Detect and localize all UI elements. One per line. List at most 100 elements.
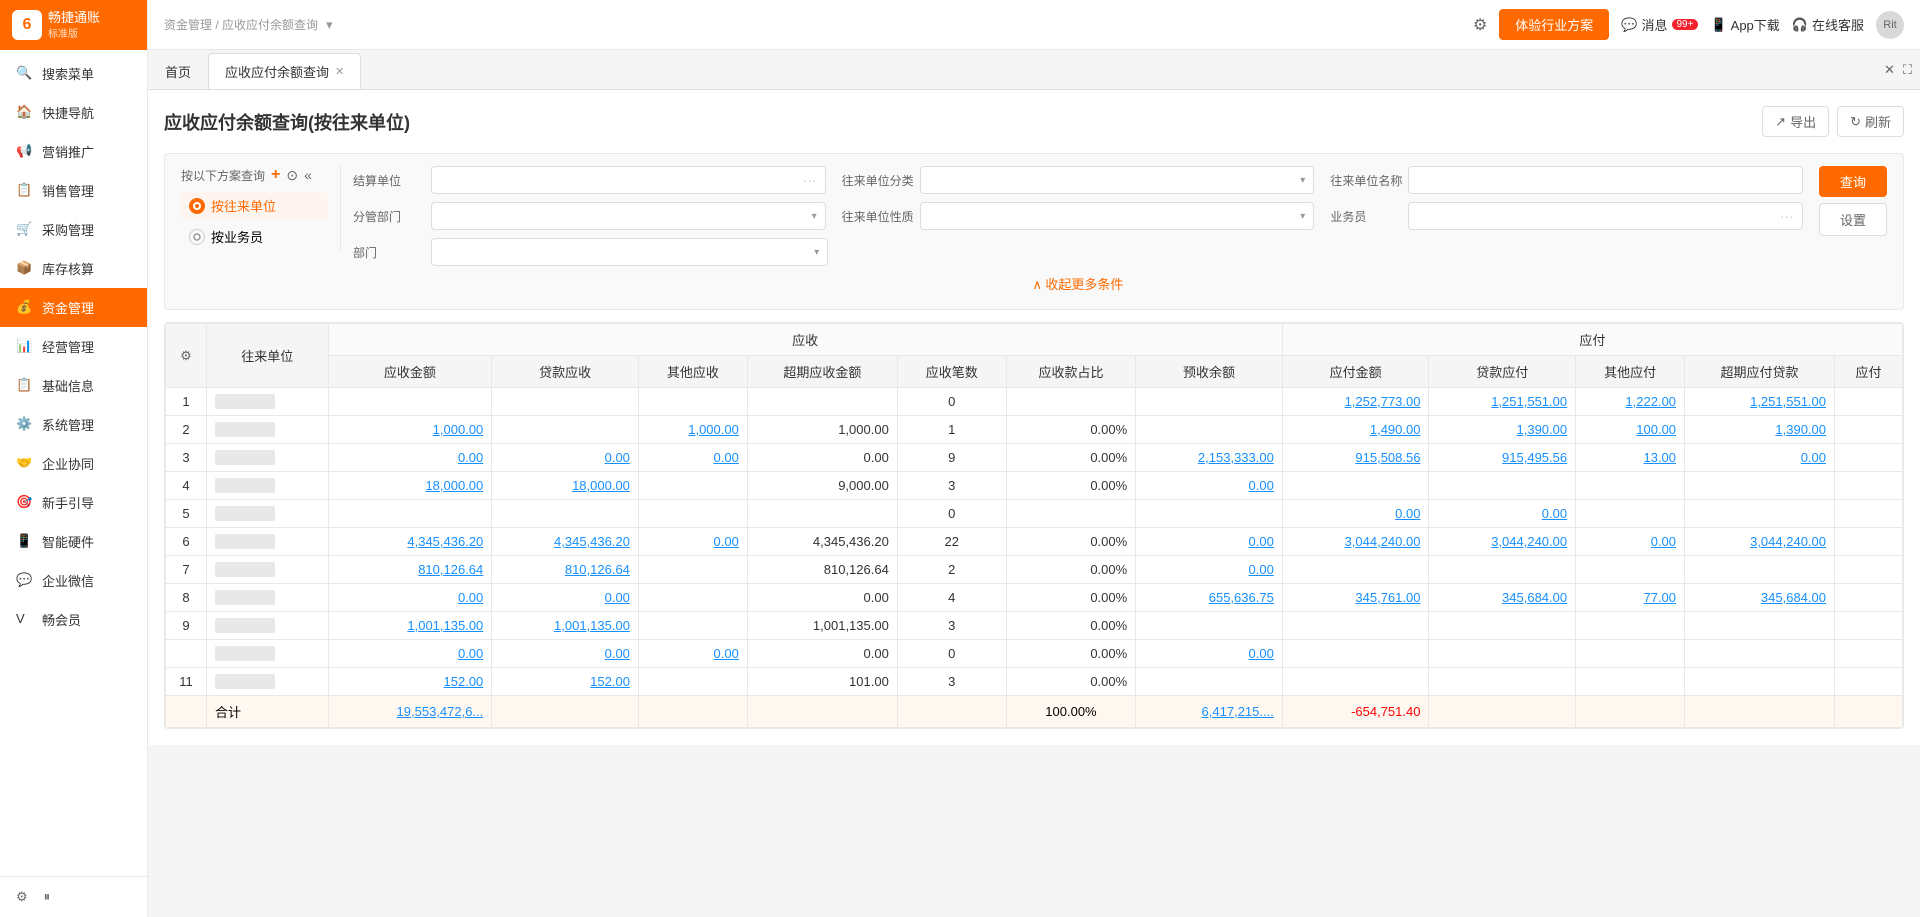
table-cell[interactable]: 810,126.64	[328, 556, 492, 584]
table-cell[interactable]	[492, 500, 639, 528]
table-cell[interactable]: 810,126.64	[492, 556, 639, 584]
table-cell[interactable]: 0.00	[1576, 528, 1685, 556]
table-cell[interactable]: 0.00	[328, 640, 492, 668]
table-cell[interactable]	[1429, 668, 1576, 696]
table-cell[interactable]	[1429, 556, 1576, 584]
table-cell[interactable]: 345,761.00	[1282, 584, 1429, 612]
table-cell[interactable]: 0.00	[1136, 640, 1283, 668]
table-cell[interactable]: 1,001,135.00	[328, 612, 492, 640]
unit-category-input[interactable]: ▾	[920, 166, 1315, 194]
table-cell[interactable]: 1,000.00	[328, 416, 492, 444]
message-btn[interactable]: 💬 消息 99+	[1621, 15, 1698, 34]
sidebar-item-capital[interactable]: 💰 资金管理	[0, 288, 147, 327]
scheme-by-staff[interactable]: 按业务员	[181, 223, 328, 250]
table-cell[interactable]: 18,000.00	[328, 472, 492, 500]
table-cell[interactable]	[492, 388, 639, 416]
table-cell[interactable]: 1,490.00	[1282, 416, 1429, 444]
table-cell[interactable]: 655,636.75	[1136, 584, 1283, 612]
user-avatar[interactable]: Rit	[1876, 11, 1904, 39]
table-cell[interactable]	[638, 612, 747, 640]
department-input[interactable]: ▾	[431, 238, 828, 266]
table-cell[interactable]	[1576, 668, 1685, 696]
table-cell[interactable]: 915,495.56	[1429, 444, 1576, 472]
table-cell[interactable]	[638, 500, 747, 528]
table-cell[interactable]	[1576, 640, 1685, 668]
table-cell[interactable]: 0.00	[1136, 556, 1283, 584]
th-settings[interactable]: ⚙	[166, 324, 207, 388]
maximize-window-icon[interactable]: ⛶	[1903, 62, 1912, 78]
table-cell[interactable]: 3,044,240.00	[1429, 528, 1576, 556]
tab-close-icon[interactable]: ✕	[335, 65, 344, 78]
table-cell[interactable]: 0.00	[1282, 500, 1429, 528]
target-scheme-icon[interactable]: ⊙	[286, 167, 298, 184]
refresh-button[interactable]: ↻ 刷新	[1837, 106, 1904, 137]
table-cell[interactable]	[638, 472, 747, 500]
table-cell[interactable]: 1,000.00	[638, 416, 747, 444]
table-cell[interactable]	[1685, 500, 1835, 528]
table-cell[interactable]: 1,222.00	[1576, 388, 1685, 416]
table-cell[interactable]: 1,001,135.00	[492, 612, 639, 640]
sidebar-item-basic[interactable]: 📋 基础信息	[0, 366, 147, 405]
table-cell[interactable]: 13.00	[1576, 444, 1685, 472]
sidebar-item-marketing[interactable]: 📢 营销推广	[0, 132, 147, 171]
table-cell[interactable]: 0.00	[328, 584, 492, 612]
table-cell[interactable]	[1282, 668, 1429, 696]
sidebar-item-member[interactable]: V 畅会员	[0, 600, 147, 639]
scheme-by-unit[interactable]: 按往来单位	[181, 192, 328, 219]
table-cell[interactable]: 0.00	[492, 584, 639, 612]
table-cell[interactable]	[1282, 612, 1429, 640]
export-button[interactable]: ↗ 导出	[1762, 106, 1829, 137]
table-cell[interactable]: 0.00	[492, 640, 639, 668]
table-cell[interactable]	[1136, 388, 1283, 416]
table-cell[interactable]: 1,251,551.00	[1685, 388, 1835, 416]
online-service-btn[interactable]: 🎧 在线客服	[1792, 15, 1864, 34]
gear-icon[interactable]: ⚙	[1473, 15, 1487, 35]
table-cell[interactable]	[1685, 556, 1835, 584]
table-cell[interactable]	[328, 500, 492, 528]
table-cell[interactable]	[1429, 472, 1576, 500]
table-cell[interactable]: 0.00	[638, 528, 747, 556]
add-scheme-icon[interactable]: +	[271, 166, 280, 184]
table-cell[interactable]: 345,684.00	[1685, 584, 1835, 612]
table-cell[interactable]: 152.00	[492, 668, 639, 696]
table-cell[interactable]	[1136, 668, 1283, 696]
table-cell[interactable]	[492, 416, 639, 444]
table-cell[interactable]: 18,000.00	[492, 472, 639, 500]
table-cell[interactable]: 0.00	[1429, 500, 1576, 528]
footer-ar-amount[interactable]: 19,553,472,6...	[328, 696, 492, 728]
sidebar-item-quick[interactable]: 🏠 快捷导航	[0, 93, 147, 132]
sidebar-item-system[interactable]: ⚙️ 系统管理	[0, 405, 147, 444]
sidebar-item-hardware[interactable]: 📱 智能硬件	[0, 522, 147, 561]
sidebar-item-wechat[interactable]: 💬 企业微信	[0, 561, 147, 600]
table-cell[interactable]	[1136, 416, 1283, 444]
settlement-unit-input[interactable]: ···	[431, 166, 826, 194]
collapse-icon[interactable]: ⏸	[44, 889, 51, 905]
collapse-more-btn[interactable]: ∧ 收起更多条件	[353, 270, 1803, 297]
table-cell[interactable]	[638, 584, 747, 612]
promo-button[interactable]: 体验行业方案	[1499, 9, 1609, 40]
table-cell[interactable]: 0.00	[328, 444, 492, 472]
sidebar-item-purchase[interactable]: 🛒 采购管理	[0, 210, 147, 249]
table-cell[interactable]: 77.00	[1576, 584, 1685, 612]
sidebar-item-enterprise[interactable]: 🤝 企业协同	[0, 444, 147, 483]
table-settings-icon[interactable]: ⚙	[174, 344, 198, 368]
table-cell[interactable]	[1282, 472, 1429, 500]
table-cell[interactable]: 1,251,551.00	[1429, 388, 1576, 416]
footer-prepay[interactable]: 6,417,215....	[1136, 696, 1283, 728]
table-cell[interactable]	[328, 388, 492, 416]
table-cell[interactable]: 0.00	[1136, 472, 1283, 500]
table-cell[interactable]: 1,390.00	[1685, 416, 1835, 444]
table-cell[interactable]: 1,252,773.00	[1282, 388, 1429, 416]
table-cell[interactable]: 3,044,240.00	[1685, 528, 1835, 556]
dept-input[interactable]: ▾	[431, 202, 826, 230]
unit-nature-input[interactable]: ▾	[920, 202, 1315, 230]
table-cell[interactable]	[638, 668, 747, 696]
table-cell[interactable]: 0.00	[1136, 528, 1283, 556]
app-download-btn[interactable]: 📱 App下载	[1710, 15, 1779, 34]
tab-arquery[interactable]: 应收应付余额查询 ✕	[208, 53, 361, 89]
unit-name-input[interactable]	[1408, 166, 1803, 194]
tab-home[interactable]: 首页	[148, 53, 208, 89]
breadcrumb-dropdown[interactable]: ▾	[326, 17, 333, 33]
table-cell[interactable]: 152.00	[328, 668, 492, 696]
table-cell[interactable]: 915,508.56	[1282, 444, 1429, 472]
